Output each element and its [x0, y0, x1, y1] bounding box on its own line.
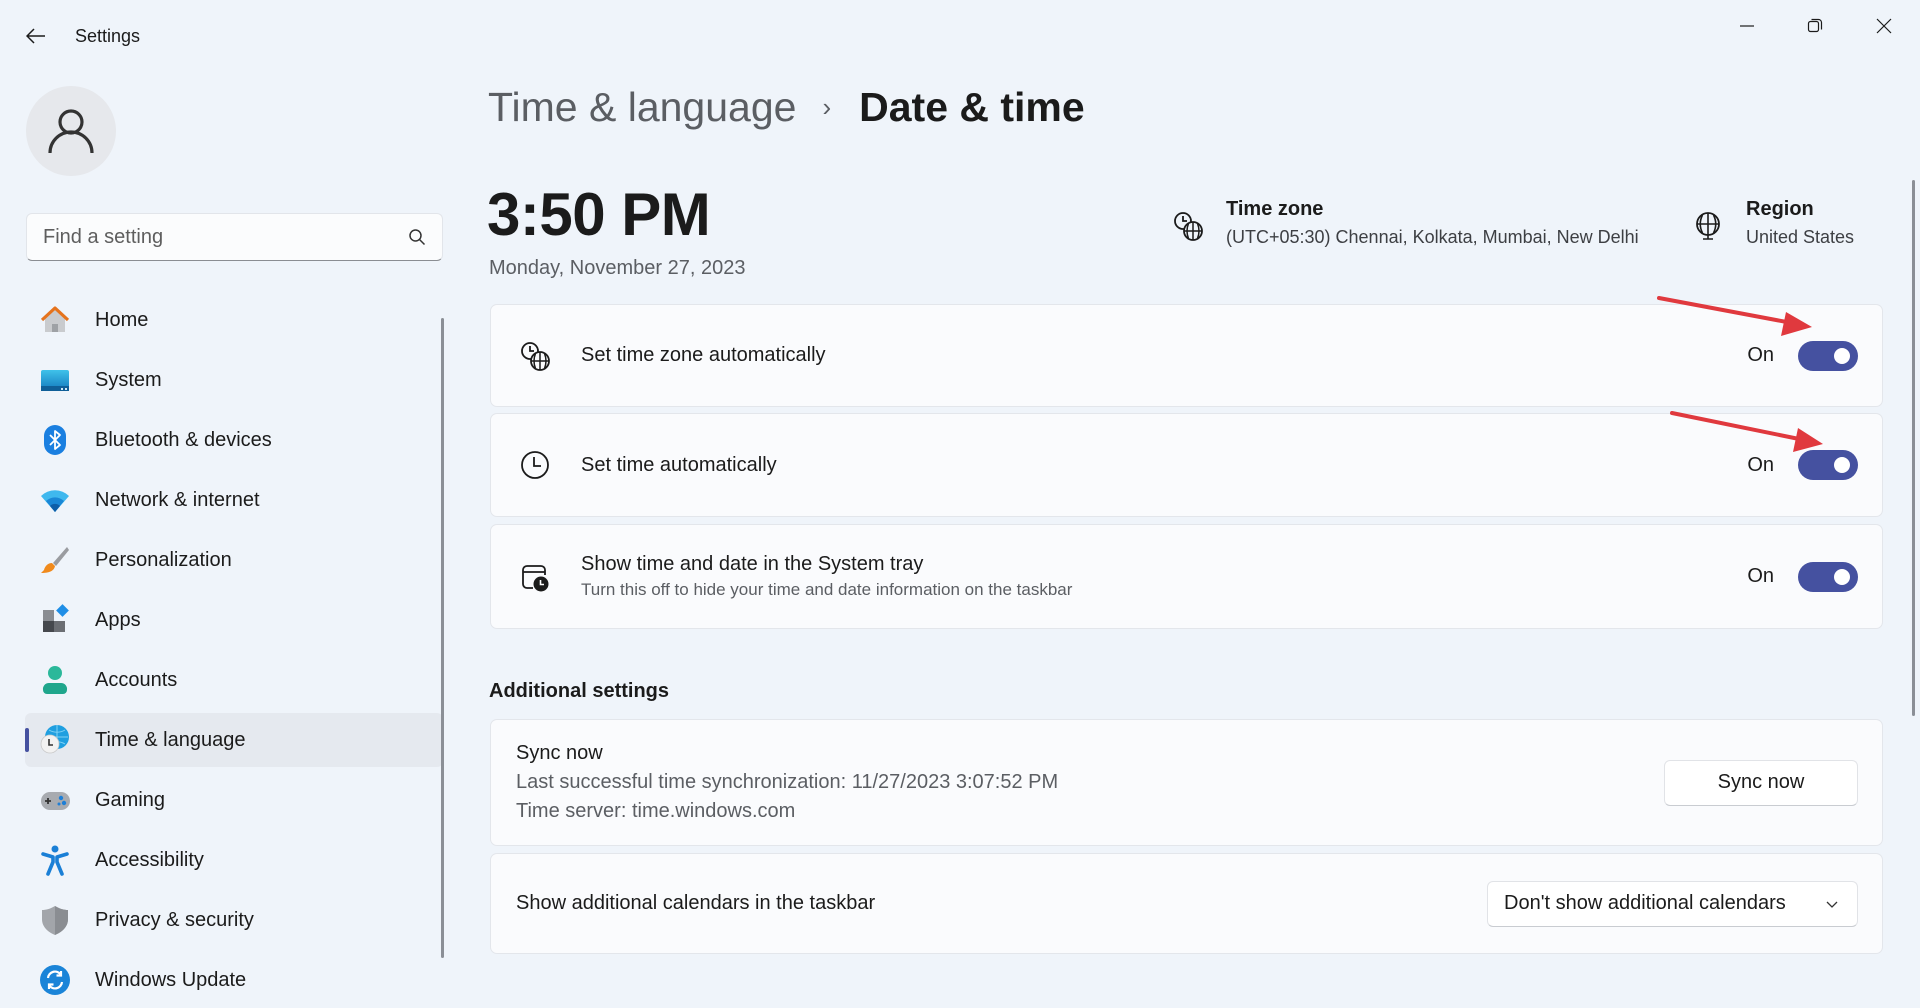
sync-now-card: Sync now Last successful time synchroniz… [490, 719, 1883, 846]
search-icon[interactable] [408, 228, 426, 246]
sidebar-nav: Home System Bluetooth & devices Network … [25, 293, 443, 1008]
show-time-in-tray-toggle[interactable] [1798, 561, 1858, 592]
update-icon [39, 964, 71, 996]
sync-title: Sync now [516, 742, 603, 764]
clock-globe-icon [1174, 212, 1203, 241]
chevron-right-icon: › [822, 92, 832, 122]
monitor-icon [39, 364, 71, 396]
time-server-text: Time server: time.windows.com [516, 800, 796, 822]
arrow-left-icon [26, 28, 45, 44]
last-sync-text: Last successful time synchronization: 11… [516, 771, 1059, 793]
sidebar-item-label: Network & internet [95, 488, 260, 511]
time-zone-info[interactable]: Time zone (UTC+05:30) Chennai, Kolkata, … [1172, 198, 1639, 248]
sidebar-item-personalization[interactable]: Personalization [25, 533, 443, 587]
clock-icon [518, 448, 552, 482]
sidebar-item-network[interactable]: Network & internet [25, 473, 443, 527]
toggle-knob [1834, 347, 1850, 364]
breadcrumb: Time & language › Date & time [488, 84, 1085, 131]
setting-set-time-automatically: Set time automatically On [490, 413, 1883, 517]
close-button[interactable] [1861, 8, 1907, 44]
time-language-icon [39, 724, 71, 756]
set-time-zone-automatically-toggle[interactable] [1798, 340, 1858, 371]
sync-now-button[interactable]: Sync now [1664, 759, 1858, 806]
sidebar-item-accounts[interactable]: Accounts [25, 653, 443, 707]
region-title: Region [1746, 198, 1814, 220]
page-title: Date & time [859, 84, 1085, 130]
additional-calendars-card: Show additional calendars in the taskbar… [490, 853, 1883, 954]
set-time-automatically-toggle[interactable] [1798, 450, 1858, 480]
breadcrumb-parent[interactable]: Time & language [488, 84, 796, 131]
sidebar-item-accessibility[interactable]: Accessibility [25, 833, 443, 887]
toggle-state-label: On [1747, 565, 1774, 587]
minimize-icon [1740, 25, 1754, 27]
shield-icon [39, 904, 71, 936]
sidebar-item-label: Gaming [95, 788, 166, 811]
sidebar-item-apps[interactable]: Apps [25, 593, 443, 647]
toggle-state-label: On [1747, 344, 1774, 366]
setting-title: Show time and date in the System tray [581, 553, 924, 575]
clock-globe-icon [518, 339, 552, 373]
avatar[interactable] [26, 86, 116, 176]
gamepad-icon [39, 784, 71, 816]
bluetooth-icon [39, 424, 71, 456]
calendars-selected: Don't show additional calendars [1504, 892, 1786, 914]
setting-title: Set time automatically [581, 453, 777, 476]
sidebar-item-label: Accounts [95, 668, 178, 691]
calendars-dropdown[interactable]: Don't show additional calendars [1487, 880, 1858, 927]
restore-button[interactable] [1792, 8, 1838, 44]
sidebar-item-label: Home [95, 308, 149, 331]
sidebar-item-label: Personalization [95, 548, 232, 571]
time-zone-value: (UTC+05:30) Chennai, Kolkata, Mumbai, Ne… [1226, 227, 1639, 247]
sidebar-scrollbar[interactable] [441, 318, 444, 958]
home-icon [39, 304, 71, 336]
toggle-knob [1834, 457, 1850, 473]
time-zone-title: Time zone [1226, 198, 1324, 220]
search-input[interactable] [43, 225, 408, 249]
minimize-button[interactable] [1724, 8, 1770, 44]
app-title: Settings [75, 26, 141, 46]
sidebar-item-time-language[interactable]: Time & language [25, 713, 443, 767]
wifi-icon [39, 484, 71, 516]
restore-icon [1807, 18, 1823, 33]
calendars-title: Show additional calendars in the taskbar [516, 892, 876, 914]
setting-description: Turn this off to hide your time and date… [581, 580, 1073, 599]
sidebar-item-label: Apps [95, 608, 141, 631]
sidebar-item-label: Bluetooth & devices [95, 428, 272, 451]
sidebar-item-label: Time & language [95, 728, 246, 751]
close-icon [1876, 18, 1892, 34]
toggle-knob [1834, 568, 1850, 585]
region-value: United States [1746, 227, 1855, 247]
search-box[interactable] [26, 213, 443, 261]
brush-icon [39, 544, 71, 576]
sidebar-item-gaming[interactable]: Gaming [25, 773, 443, 827]
sidebar-item-windows-update[interactable]: Windows Update [25, 953, 443, 1007]
chevron-down-icon [1826, 901, 1838, 908]
section-heading-additional: Additional settings [489, 680, 669, 702]
sidebar-item-home[interactable]: Home [25, 293, 443, 347]
selection-indicator [25, 728, 29, 752]
calendar-clock-icon [518, 560, 552, 594]
toggle-state-label: On [1747, 453, 1774, 476]
accessibility-icon [39, 844, 71, 876]
back-button[interactable] [18, 20, 54, 52]
main-scrollbar[interactable] [1912, 180, 1915, 716]
sidebar-item-privacy[interactable]: Privacy & security [25, 893, 443, 947]
user-icon [48, 109, 94, 154]
sidebar-item-label: Windows Update [95, 968, 247, 991]
current-date: Monday, November 27, 2023 [489, 257, 746, 279]
account-icon [39, 664, 71, 696]
setting-show-time-in-tray: Show time and date in the System tray Tu… [490, 524, 1883, 629]
sidebar-item-bluetooth[interactable]: Bluetooth & devices [25, 413, 443, 467]
sidebar-item-system[interactable]: System [25, 353, 443, 407]
sidebar-item-label: System [95, 368, 162, 391]
apps-icon [39, 604, 71, 636]
setting-set-time-zone-automatically: Set time zone automatically On [490, 304, 1883, 407]
sidebar-item-label: Accessibility [95, 848, 204, 871]
current-time: 3:50 PM [487, 181, 711, 248]
region-info[interactable]: Region United States [1692, 198, 1854, 248]
setting-title: Set time zone automatically [581, 344, 826, 366]
globe-icon [1696, 212, 1720, 240]
sidebar-item-label: Privacy & security [95, 908, 254, 931]
